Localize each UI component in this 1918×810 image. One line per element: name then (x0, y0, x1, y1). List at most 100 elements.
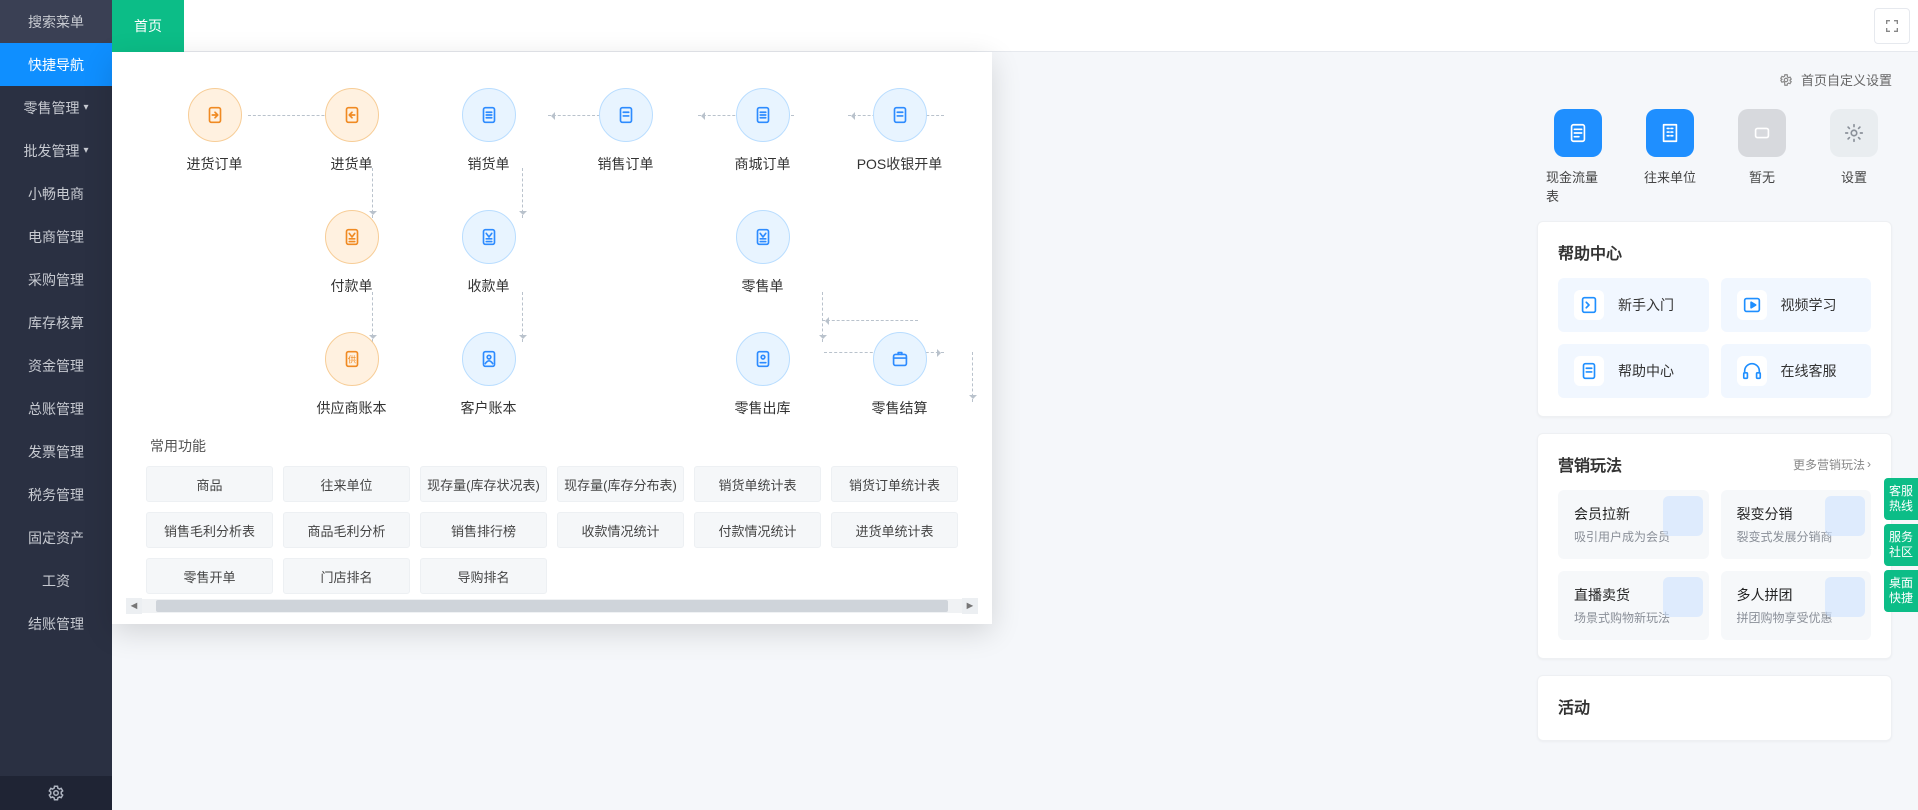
common-func-12[interactable]: 零售开单 (146, 558, 273, 594)
sidebar-item-3[interactable]: 小畅电商 (0, 172, 112, 215)
sidebar-item-12[interactable]: 工资 (0, 559, 112, 602)
decorative-icon (1663, 577, 1703, 617)
list-icon (462, 88, 516, 142)
sidebar-settings[interactable] (0, 776, 112, 810)
flow-node-payment[interactable]: 付款单 (283, 210, 420, 296)
marketing-more[interactable]: 更多营销玩法 › (1793, 456, 1871, 473)
flow-node-purchase-bill[interactable]: 进货单 (283, 88, 420, 174)
flow-node-label: POS收银开单 (857, 154, 943, 174)
common-func-1[interactable]: 往来单位 (283, 466, 410, 502)
building-icon (1646, 109, 1694, 157)
tab-home[interactable]: 首页 (112, 0, 184, 52)
side-float-menu: 客服热线服务社区桌面快捷 (1884, 478, 1918, 612)
chevron-down-icon: ▾ (83, 146, 88, 156)
gear-small-icon (1779, 73, 1793, 87)
shortcut-partners[interactable]: 往来单位 (1638, 109, 1702, 186)
flow-node-label: 收款单 (468, 276, 510, 296)
shortcut-label: 现金流量表 (1546, 167, 1610, 205)
scroll-left-icon[interactable]: ◄ (126, 598, 142, 614)
help-item-video[interactable]: 视频学习 (1721, 278, 1872, 332)
flow-node-retail-outstock[interactable]: 零售出库 (694, 332, 831, 418)
marketing-item-3[interactable]: 多人拼团拼团购物享受优惠 (1721, 571, 1872, 640)
common-func-13[interactable]: 门店排名 (283, 558, 410, 594)
marketing-item-2[interactable]: 直播卖货场景式购物新玩法 (1558, 571, 1709, 640)
flow-node-sales-bill[interactable]: 销货单 (420, 88, 557, 174)
help-item-newbie[interactable]: 新手入门 (1558, 278, 1709, 332)
marketing-item-1[interactable]: 裂变分销裂变式发展分销商 (1721, 490, 1872, 559)
shortcut-cashflow[interactable]: 现金流量表 (1546, 109, 1610, 205)
marketing-item-sub: 场景式购物新玩法 (1574, 609, 1670, 626)
help-item-online[interactable]: 在线客服 (1721, 344, 1872, 398)
common-func-2[interactable]: 现存量(库存状况表) (420, 466, 547, 502)
fullscreen-icon (1884, 18, 1900, 34)
shortcut-none[interactable]: 暂无 (1730, 109, 1794, 186)
sidebar-item-7[interactable]: 资金管理 (0, 344, 112, 387)
flow-node-supplier-ledger[interactable]: 供供应商账本 (283, 332, 420, 418)
fullscreen-button[interactable] (1874, 8, 1910, 44)
sidebar-item-9[interactable]: 发票管理 (0, 430, 112, 473)
sidebar-item-4[interactable]: 电商管理 (0, 215, 112, 258)
common-func-11[interactable]: 进货单统计表 (831, 512, 958, 548)
sidebar-item-1[interactable]: 零售管理▾ (0, 86, 112, 129)
scroll-right-icon[interactable]: ► (962, 598, 978, 614)
common-func-3[interactable]: 现存量(库存分布表) (557, 466, 684, 502)
customer-icon (462, 332, 516, 386)
common-func-5[interactable]: 销货订单统计表 (831, 466, 958, 502)
sidebar-item-6[interactable]: 库存核算 (0, 301, 112, 344)
sidebar-item-5[interactable]: 采购管理 (0, 258, 112, 301)
marketing-item-sub: 裂变式发展分销商 (1737, 528, 1833, 545)
common-func-8[interactable]: 销售排行榜 (420, 512, 547, 548)
flyout-scrollbar[interactable]: ◄ ► (126, 598, 978, 614)
common-func-4[interactable]: 销货单统计表 (694, 466, 821, 502)
common-func-7[interactable]: 商品毛利分析 (283, 512, 410, 548)
common-functions-title: 常用功能 (150, 436, 968, 456)
flow-node-pos-order[interactable]: POS收银开单 (831, 88, 968, 174)
help-item-label: 新手入门 (1618, 295, 1674, 315)
sidebar-item-13[interactable]: 结账管理 (0, 602, 112, 645)
flow-node-mall-order[interactable]: 商城订单 (694, 88, 831, 174)
flow-node-label: 客户账本 (461, 398, 517, 418)
flow-node-purchase-order[interactable]: 进货订单 (146, 88, 283, 174)
out-icon (325, 88, 379, 142)
common-func-9[interactable]: 收款情况统计 (557, 512, 684, 548)
sidebar-item-2[interactable]: 批发管理▾ (0, 129, 112, 172)
in-icon (188, 88, 242, 142)
flow-node-receipt[interactable]: 收款单 (420, 210, 557, 296)
sidefloat-1[interactable]: 服务社区 (1884, 524, 1918, 566)
sidefloat-2[interactable]: 桌面快捷 (1884, 570, 1918, 612)
marketing-item-title: 裂变分销 (1737, 504, 1833, 524)
sidebar-item-11[interactable]: 固定资产 (0, 516, 112, 559)
flow-node-label: 零售单 (742, 276, 784, 296)
sidebar-item-8[interactable]: 总账管理 (0, 387, 112, 430)
shortcut-label: 暂无 (1749, 167, 1775, 186)
activity-card: 活动 (1537, 675, 1892, 741)
sidebar-item-0[interactable]: 快捷导航 (0, 43, 112, 86)
marketing-more-label: 更多营销玩法 (1793, 456, 1865, 473)
sidebar-item-10[interactable]: 税务管理 (0, 473, 112, 516)
sidebar-item-label: 发票管理 (28, 442, 84, 462)
decorative-icon (1825, 577, 1865, 617)
sidebar-item-label: 资金管理 (28, 356, 84, 376)
marketing-item-0[interactable]: 会员拉新吸引用户成为会员 (1558, 490, 1709, 559)
flow-node-sales-order[interactable]: 销售订单 (557, 88, 694, 174)
common-func-6[interactable]: 销售毛利分析表 (146, 512, 273, 548)
shortcut-label: 往来单位 (1644, 167, 1696, 186)
flow-node-label: 进货单 (331, 154, 373, 174)
headset-icon (1737, 356, 1767, 386)
help-item-center[interactable]: 帮助中心 (1558, 344, 1709, 398)
marketing-card: 营销玩法 更多营销玩法 › 会员拉新吸引用户成为会员裂变分销裂变式发展分销商直播… (1537, 433, 1892, 659)
flow-node-label: 销售订单 (598, 154, 654, 174)
customize-homepage[interactable]: 首页自定义设置 (1537, 70, 1892, 89)
tab-home-label: 首页 (134, 16, 162, 36)
sidefloat-0[interactable]: 客服热线 (1884, 478, 1918, 520)
sidebar-search[interactable]: 搜索菜单 (0, 0, 112, 43)
help-item-label: 帮助中心 (1618, 361, 1674, 381)
flow-node-customer-ledger[interactable]: 客户账本 (420, 332, 557, 418)
flow-node-retail-settle[interactable]: 零售结算 (831, 332, 968, 418)
common-func-14[interactable]: 导购排名 (420, 558, 547, 594)
common-func-0[interactable]: 商品 (146, 466, 273, 502)
shortcut-settings[interactable]: 设置 (1822, 109, 1886, 186)
flow-node-retail-bill[interactable]: 零售单 (694, 210, 831, 296)
common-func-10[interactable]: 付款情况统计 (694, 512, 821, 548)
decorative-icon (1663, 496, 1703, 536)
